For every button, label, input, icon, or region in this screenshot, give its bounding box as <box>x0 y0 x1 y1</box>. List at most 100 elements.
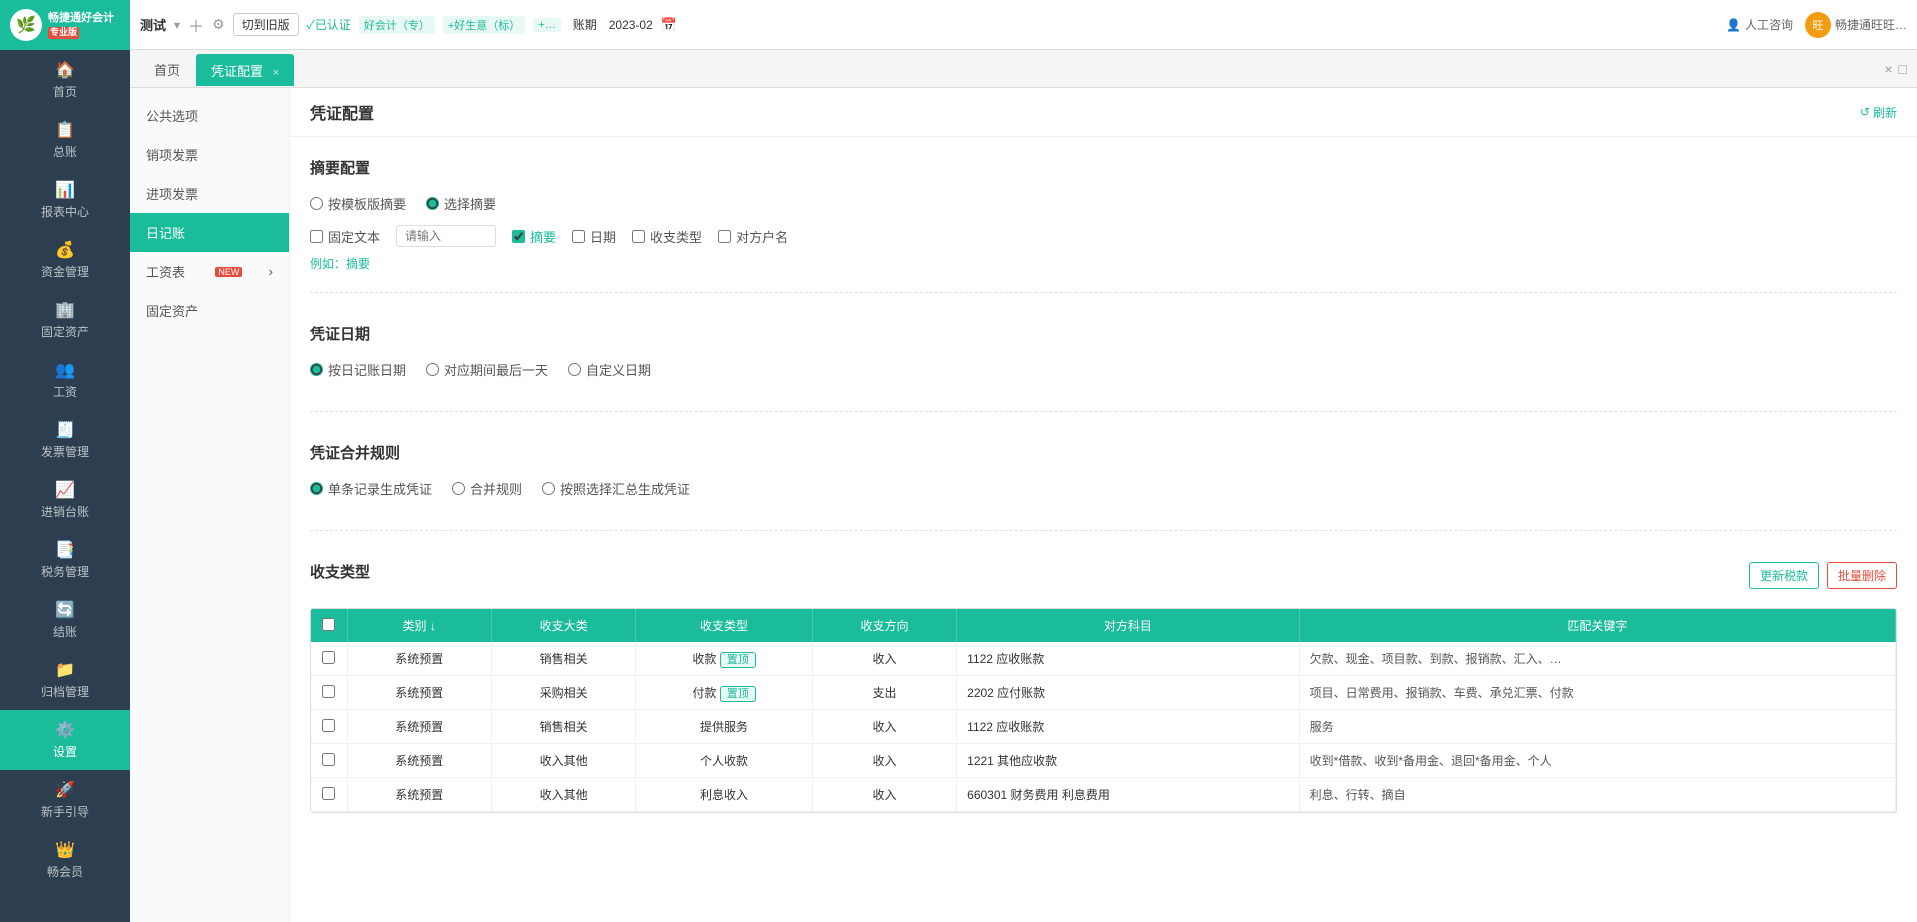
income-expense-table-container: 类别 ↓ 收支大类 收支类型 收支方向 对方科目 匹配关键字 系统预置 <box>310 608 1897 813</box>
sidebar-item-固定资产[interactable]: 🏢 固定资产 <box>0 290 130 350</box>
sidebar-item-总账[interactable]: 📋 总账 <box>0 110 130 170</box>
income-expense-section: 收支类型 更新税款 批量删除 <box>310 561 1897 813</box>
row-keywords: 项目、日常费用、报销款、车费、承兑汇票、付款 <box>1299 676 1895 710</box>
tab-voucher-config[interactable]: 凭证配置 × <box>196 54 294 86</box>
batch-delete-button[interactable]: 批量删除 <box>1827 562 1897 589</box>
calendar-icon[interactable]: 📅 <box>661 17 677 33</box>
row-checkbox[interactable] <box>322 651 335 664</box>
row-account: 1122 应收账款 <box>957 710 1300 744</box>
table-actions: 更新税款 批量删除 <box>1749 562 1897 589</box>
sidebar-label-9: 结账 <box>53 623 77 640</box>
tag-accountant: 好会计（专） <box>359 16 435 34</box>
income-expense-table: 类别 ↓ 收支大类 收支类型 收支方向 对方科目 匹配关键字 系统预置 <box>311 609 1896 812</box>
sidebar-item-归档管理[interactable]: 📁 归档管理 <box>0 650 130 710</box>
left-nav-item-日记账[interactable]: 日记账 <box>130 213 289 252</box>
refresh-button[interactable]: ↺ 刷新 <box>1860 104 1897 121</box>
row-category: 系统预置 <box>347 642 491 676</box>
add-company-icon[interactable]: ＋ <box>188 13 204 37</box>
radio-select-summary-voucher[interactable]: 按照选择汇总生成凭证 <box>542 479 690 498</box>
radio-journal-date[interactable]: 按日记账日期 <box>310 360 406 379</box>
reset-tag[interactable]: 置顶 <box>720 686 756 702</box>
radio-last-day[interactable]: 对应期间最后一天 <box>426 360 548 379</box>
radio-custom-date[interactable]: 自定义日期 <box>568 360 651 379</box>
sidebar-item-结账[interactable]: 🔄 结账 <box>0 590 130 650</box>
window-maximize-icon[interactable]: □ <box>1899 61 1907 77</box>
sidebar-icon-12: 🚀 <box>55 780 75 800</box>
left-nav-item-进项发票[interactable]: 进项发票 <box>130 174 289 213</box>
user-menu[interactable]: 旺 畅捷通旺旺… <box>1805 12 1907 38</box>
summary-config-section: 摘要配置 按模板版摘要 选择摘要 <box>310 157 1897 293</box>
select-all-checkbox[interactable] <box>322 618 335 631</box>
row-keywords: 利息、行转、摘自 <box>1299 778 1895 812</box>
switch-version-button[interactable]: 切到旧版 <box>233 13 299 36</box>
row-main-type: 销售相关 <box>491 642 635 676</box>
merge-rules-title: 凭证合并规则 <box>310 442 1897 463</box>
sidebar-item-工资[interactable]: 👥 工资 <box>0 350 130 410</box>
cb-date[interactable]: 日期 <box>572 227 616 246</box>
table-row: 系统预置 销售相关 收款 置顶 收入 1122 应收账款 欠款、现金、项目款、到… <box>311 642 1896 676</box>
left-nav-item-公共选项[interactable]: 公共选项 <box>130 96 289 135</box>
window-close-icon[interactable]: × <box>1884 61 1892 77</box>
avatar: 旺 <box>1805 12 1831 38</box>
cb-counterpart[interactable]: 对方户名 <box>718 227 788 246</box>
radio-select-summary[interactable]: 选择摘要 <box>426 194 496 213</box>
tab-close-icon[interactable]: × <box>273 67 279 79</box>
row-checkbox-cell <box>311 676 347 710</box>
left-nav-item-工资表[interactable]: 工资表NEW› <box>130 252 289 291</box>
radio-template-summary[interactable]: 按模板版摘要 <box>310 194 406 213</box>
row-checkbox[interactable] <box>322 787 335 800</box>
tab-home[interactable]: 首页 <box>140 54 194 85</box>
summary-config-title: 摘要配置 <box>310 157 1897 178</box>
income-expense-title: 收支类型 <box>310 561 370 582</box>
sidebar-item-报表中心[interactable]: 📊 报表中心 <box>0 170 130 230</box>
row-checkbox[interactable] <box>322 685 335 698</box>
summary-radio-group: 按模板版摘要 选择摘要 <box>310 194 1897 213</box>
sidebar-label-7: 进销台账 <box>41 503 89 520</box>
fixed-text-input[interactable] <box>396 225 496 247</box>
cb-summary[interactable]: 摘要 <box>512 227 556 246</box>
row-direction: 收入 <box>812 710 956 744</box>
sidebar-item-税务管理[interactable]: 📑 税务管理 <box>0 530 130 590</box>
settings-gear-icon[interactable]: ⚙ <box>212 16 225 33</box>
row-keywords: 服务 <box>1299 710 1895 744</box>
row-checkbox-cell <box>311 778 347 812</box>
sidebar-item-首页[interactable]: 🏠 首页 <box>0 50 130 110</box>
sidebar-item-进销台账[interactable]: 📈 进销台账 <box>0 470 130 530</box>
radio-single-record[interactable]: 单条记录生成凭证 <box>310 479 432 498</box>
col-category[interactable]: 类别 ↓ <box>347 609 491 642</box>
radio-merge-rule[interactable]: 合并规则 <box>452 479 522 498</box>
sidebar-icon-1: 📋 <box>55 120 75 140</box>
table-row: 系统预置 收入其他 个人收款 收入 1221 其他应收款 收到*借款、收到*备用… <box>311 744 1896 778</box>
sidebar-item-设置[interactable]: ⚙️ 设置 <box>0 710 130 770</box>
cb-type[interactable]: 收支类型 <box>632 227 702 246</box>
row-checkbox[interactable] <box>322 753 335 766</box>
company-dropdown-icon[interactable]: ▾ <box>174 18 180 32</box>
sidebar-item-资金管理[interactable]: 💰 资金管理 <box>0 230 130 290</box>
row-sub-type: 利息收入 <box>636 778 812 812</box>
row-account: 2202 应付账款 <box>957 676 1300 710</box>
row-checkbox[interactable] <box>322 719 335 732</box>
period-value: 2023-02 <box>609 18 653 32</box>
sidebar-label-12: 新手引导 <box>41 803 89 820</box>
consult-icon: 👤 <box>1726 18 1741 32</box>
row-checkbox-cell <box>311 710 347 744</box>
topbar: 测试 ▾ ＋ ⚙ 切到旧版 ✓已认证 好会计（专） +好生意（标） +… 账期 … <box>130 0 1917 50</box>
sidebar-item-新手引导[interactable]: 🚀 新手引导 <box>0 770 130 830</box>
row-category: 系统预置 <box>347 744 491 778</box>
update-button[interactable]: 更新税款 <box>1749 562 1819 589</box>
reset-tag[interactable]: 置顶 <box>720 652 756 668</box>
left-nav-item-固定资产[interactable]: 固定资产 <box>130 291 289 330</box>
certified-tag: ✓已认证 <box>307 16 351 33</box>
sidebar-item-畅会员[interactable]: 👑 畅会员 <box>0 830 130 890</box>
cb-fixed-text[interactable]: 固定文本 <box>310 227 380 246</box>
consult-button[interactable]: 👤 人工咨询 <box>1726 16 1793 33</box>
row-keywords: 收到*借款、收到*备用金、退回*备用金、个人 <box>1299 744 1895 778</box>
logo-text: 畅捷通好会计 专业版 <box>48 11 114 40</box>
sidebar-icon-4: 🏢 <box>55 300 75 320</box>
left-nav-item-销项发票[interactable]: 销项发票 <box>130 135 289 174</box>
sidebar-label-4: 固定资产 <box>41 323 89 340</box>
sub-type-text: 付款 <box>692 686 716 700</box>
table-row: 系统预置 收入其他 利息收入 收入 660301 财务费用 利息费用 利息、行转… <box>311 778 1896 812</box>
sidebar-item-发票管理[interactable]: 🧾 发票管理 <box>0 410 130 470</box>
sidebar-icon-2: 📊 <box>55 180 75 200</box>
